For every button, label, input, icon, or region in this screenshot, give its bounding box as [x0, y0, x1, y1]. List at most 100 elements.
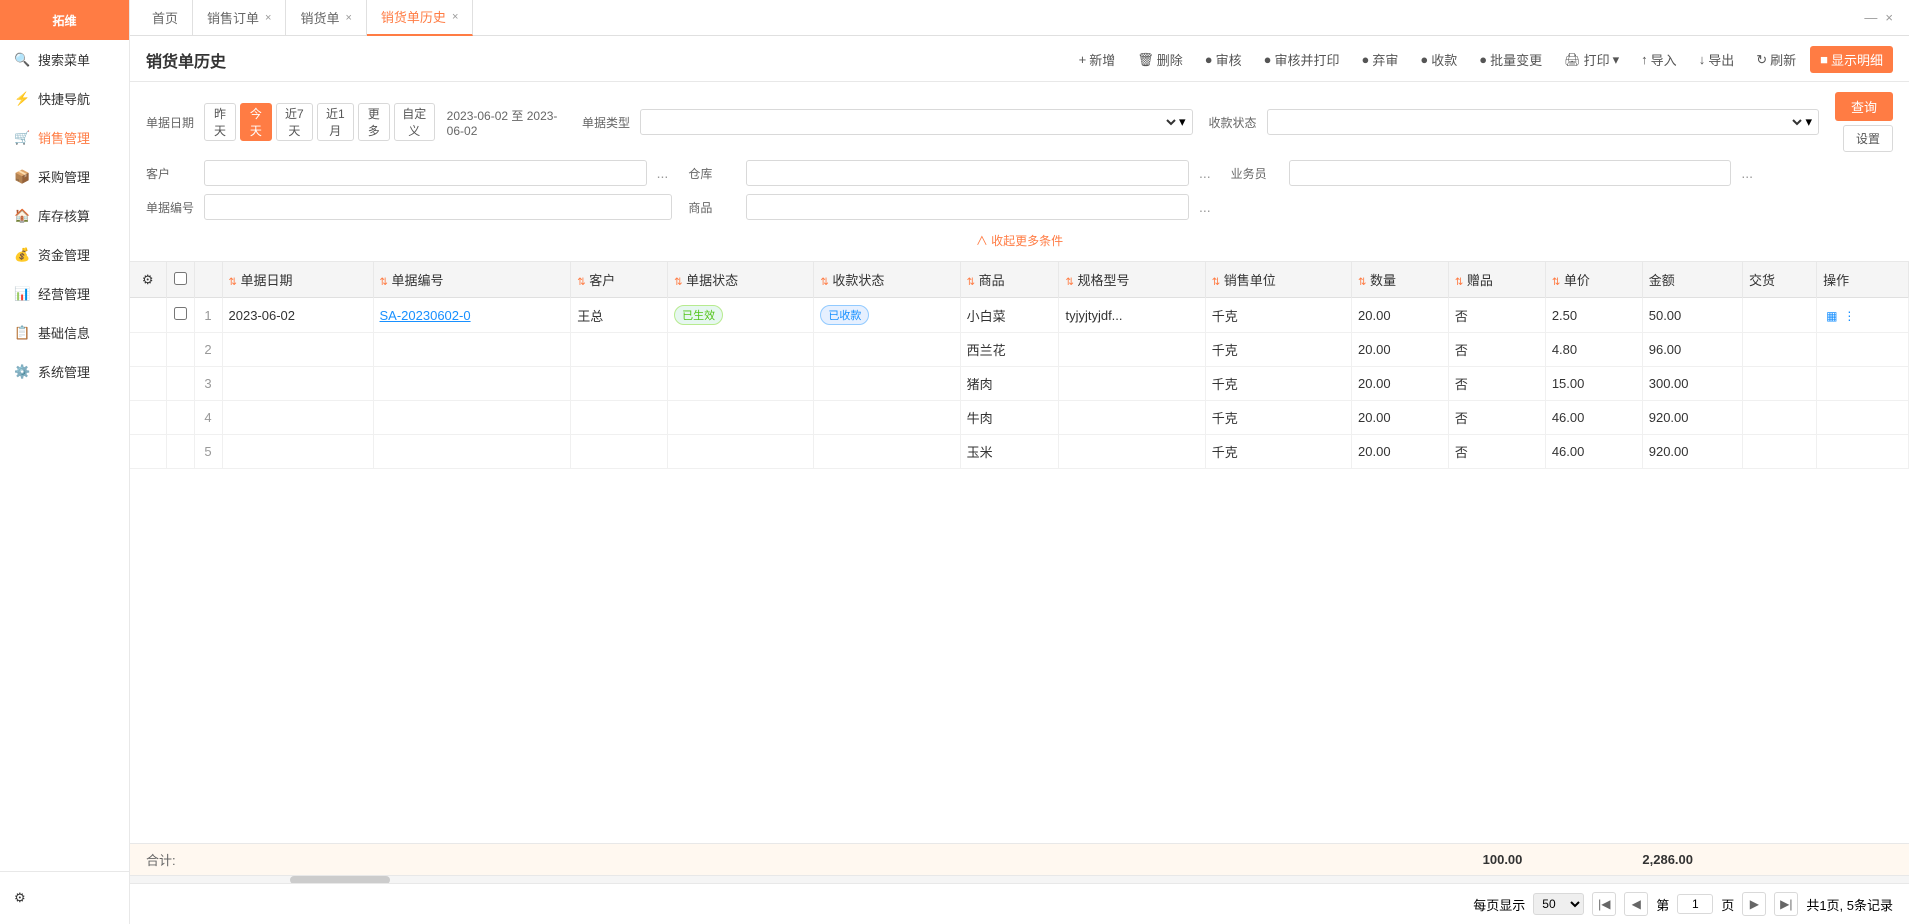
- sidebar-settings-btn[interactable]: ⚙: [0, 880, 129, 916]
- select-all-checkbox[interactable]: [174, 272, 187, 285]
- discard-button[interactable]: ● 弃审: [1353, 46, 1406, 73]
- add-button[interactable]: + 新增: [1071, 46, 1124, 73]
- salesman-dots-btn[interactable]: ...: [1737, 165, 1757, 181]
- col-checkbox[interactable]: [166, 262, 194, 298]
- col-unit[interactable]: ⇅ 销售单位: [1205, 262, 1351, 298]
- row-doc-no[interactable]: SA-20230602-0: [373, 298, 571, 333]
- sidebar-item-operation-mgmt[interactable]: 📊 经营管理: [0, 274, 129, 313]
- tab-sales-delivery[interactable]: 销货单 ×: [286, 0, 366, 36]
- op-more-btn[interactable]: ⋮: [1840, 309, 1858, 323]
- goods-label: 商品: [688, 199, 740, 216]
- print-button[interactable]: 🖨 打印 ▾: [1556, 46, 1627, 73]
- next-page-btn[interactable]: ▶: [1742, 892, 1766, 916]
- sidebar-item-search-menu[interactable]: 🔍 搜索菜单: [0, 40, 129, 79]
- warehouse-input[interactable]: [746, 160, 1189, 186]
- row-qty: 20.00: [1352, 435, 1449, 469]
- filter-warehouse: 仓库 ...: [688, 160, 1214, 186]
- filter-date: 单据日期 昨天 今天 近7天 近1月 更多 自定义 2023-06-02 至 2…: [146, 103, 566, 141]
- audit-print-button[interactable]: ● 审核并打印: [1256, 46, 1348, 73]
- row-checkbox[interactable]: [174, 307, 187, 320]
- sidebar-item-capital-mgmt[interactable]: 💰 资金管理: [0, 235, 129, 274]
- page-number-input[interactable]: [1677, 894, 1713, 914]
- query-button[interactable]: 查询: [1835, 92, 1893, 121]
- sidebar-item-quick-nav[interactable]: ⚡ 快捷导航: [0, 79, 129, 118]
- row-checkbox-cell: [166, 435, 194, 469]
- last-page-btn[interactable]: ▶|: [1774, 892, 1798, 916]
- batch-change-button[interactable]: ● 批量变更: [1471, 46, 1550, 73]
- scrollbar-area[interactable]: [130, 875, 1909, 883]
- goods-dots-btn[interactable]: ...: [1195, 199, 1215, 215]
- delete-icon: 🗑: [1137, 52, 1154, 68]
- row-gift: 否: [1448, 333, 1545, 367]
- salesman-input[interactable]: [1289, 160, 1732, 186]
- delete-button[interactable]: 🗑 删除: [1129, 46, 1191, 73]
- tab-sales-history[interactable]: 销货单历史 ×: [367, 0, 473, 36]
- row-operation: [1817, 401, 1909, 435]
- col-customer[interactable]: ⇅ 客户: [571, 262, 668, 298]
- sidebar-item-label: 快捷导航: [38, 89, 90, 108]
- col-gear[interactable]: ⚙: [130, 262, 166, 298]
- col-doc-status[interactable]: ⇅ 单据状态: [668, 262, 814, 298]
- date-btn-yesterday[interactable]: 昨天: [204, 103, 236, 141]
- date-btn-custom[interactable]: 自定义: [394, 103, 435, 141]
- sidebar-item-system-mgmt[interactable]: ⚙️ 系统管理: [0, 352, 129, 391]
- col-unit-price[interactable]: ⇅ 单价: [1545, 262, 1642, 298]
- goods-input[interactable]: [746, 194, 1189, 220]
- collection-status-select[interactable]: [1274, 114, 1806, 130]
- collect-button[interactable]: ● 收款: [1412, 46, 1465, 73]
- customer-dots-btn[interactable]: ...: [653, 165, 673, 181]
- tab-sales-order[interactable]: 销售订单 ×: [193, 0, 286, 36]
- sidebar-item-purchase-mgmt[interactable]: 📦 采购管理: [0, 157, 129, 196]
- col-collection-status[interactable]: ⇅ 收款状态: [814, 262, 960, 298]
- sidebar-logo: 拓维: [0, 0, 129, 40]
- sidebar-item-inventory-calc[interactable]: 🏠 库存核算: [0, 196, 129, 235]
- sidebar-item-basic-info[interactable]: 📋 基础信息: [0, 313, 129, 352]
- date-btn-1month[interactable]: 近1月: [317, 103, 354, 141]
- row-collection-status: 已收款: [814, 298, 960, 333]
- first-page-btn[interactable]: |◀: [1592, 892, 1616, 916]
- warehouse-dots-btn[interactable]: ...: [1195, 165, 1215, 181]
- page-size-select[interactable]: 50 100 200: [1533, 893, 1584, 915]
- collapse-more-btn[interactable]: ∧ 收起更多条件: [146, 228, 1893, 251]
- customer-label: 客户: [146, 165, 198, 182]
- row-unit: 千克: [1205, 298, 1351, 333]
- op-view-btn[interactable]: ▦: [1823, 309, 1840, 323]
- sidebar-item-sales-mgmt[interactable]: 🛒 销售管理: [0, 118, 129, 157]
- doc-no-input[interactable]: [204, 194, 672, 220]
- col-doc-no[interactable]: ⇅ 单据编号: [373, 262, 571, 298]
- tab-sales-delivery-close[interactable]: ×: [345, 12, 351, 24]
- row-operation[interactable]: ▦⋮: [1817, 298, 1909, 333]
- date-btn-7days[interactable]: 近7天: [276, 103, 313, 141]
- col-gift[interactable]: ⇅ 赠品: [1448, 262, 1545, 298]
- tab-sales-history-close[interactable]: ×: [452, 11, 458, 23]
- col-goods[interactable]: ⇅ 商品: [960, 262, 1059, 298]
- settings-icon: ⚙: [14, 890, 26, 906]
- row-gear-cell: [130, 333, 166, 367]
- export-button[interactable]: ↓ 导出: [1691, 46, 1743, 73]
- row-operation: [1817, 367, 1909, 401]
- collection-status-select-wrap[interactable]: ▾: [1267, 109, 1820, 135]
- audit-button[interactable]: ● 审核: [1197, 46, 1250, 73]
- date-btn-more[interactable]: 更多: [358, 103, 390, 141]
- date-btn-today[interactable]: 今天: [240, 103, 272, 141]
- window-close-btn[interactable]: ×: [1885, 10, 1893, 25]
- col-qty[interactable]: ⇅ 数量: [1352, 262, 1449, 298]
- customer-input[interactable]: [204, 160, 647, 186]
- page-size-label: 每页显示: [1473, 895, 1525, 914]
- footer-label: 合计:: [146, 850, 186, 869]
- window-minimize-btn[interactable]: —: [1864, 10, 1877, 25]
- doc-no-link[interactable]: SA-20230602-0: [380, 308, 471, 323]
- col-spec[interactable]: ⇅ 规格型号: [1059, 262, 1205, 298]
- prev-page-btn[interactable]: ◀: [1624, 892, 1648, 916]
- setting-button[interactable]: 设置: [1843, 125, 1893, 152]
- import-button[interactable]: ↑ 导入: [1633, 46, 1685, 73]
- doc-type-select-wrap[interactable]: ▾: [640, 109, 1193, 135]
- refresh-button[interactable]: ↻ 刷新: [1748, 46, 1804, 73]
- show-detail-button[interactable]: ■ 显示明细: [1810, 46, 1893, 73]
- col-doc-date[interactable]: ⇅ 单据日期: [222, 262, 373, 298]
- tab-home[interactable]: 首页: [138, 0, 193, 36]
- doc-type-select[interactable]: [647, 114, 1179, 130]
- tab-sales-order-close[interactable]: ×: [265, 12, 271, 24]
- tab-bar: 首页 销售订单 × 销货单 × 销货单历史 × — ×: [130, 0, 1909, 36]
- row-checkbox-cell[interactable]: [166, 298, 194, 333]
